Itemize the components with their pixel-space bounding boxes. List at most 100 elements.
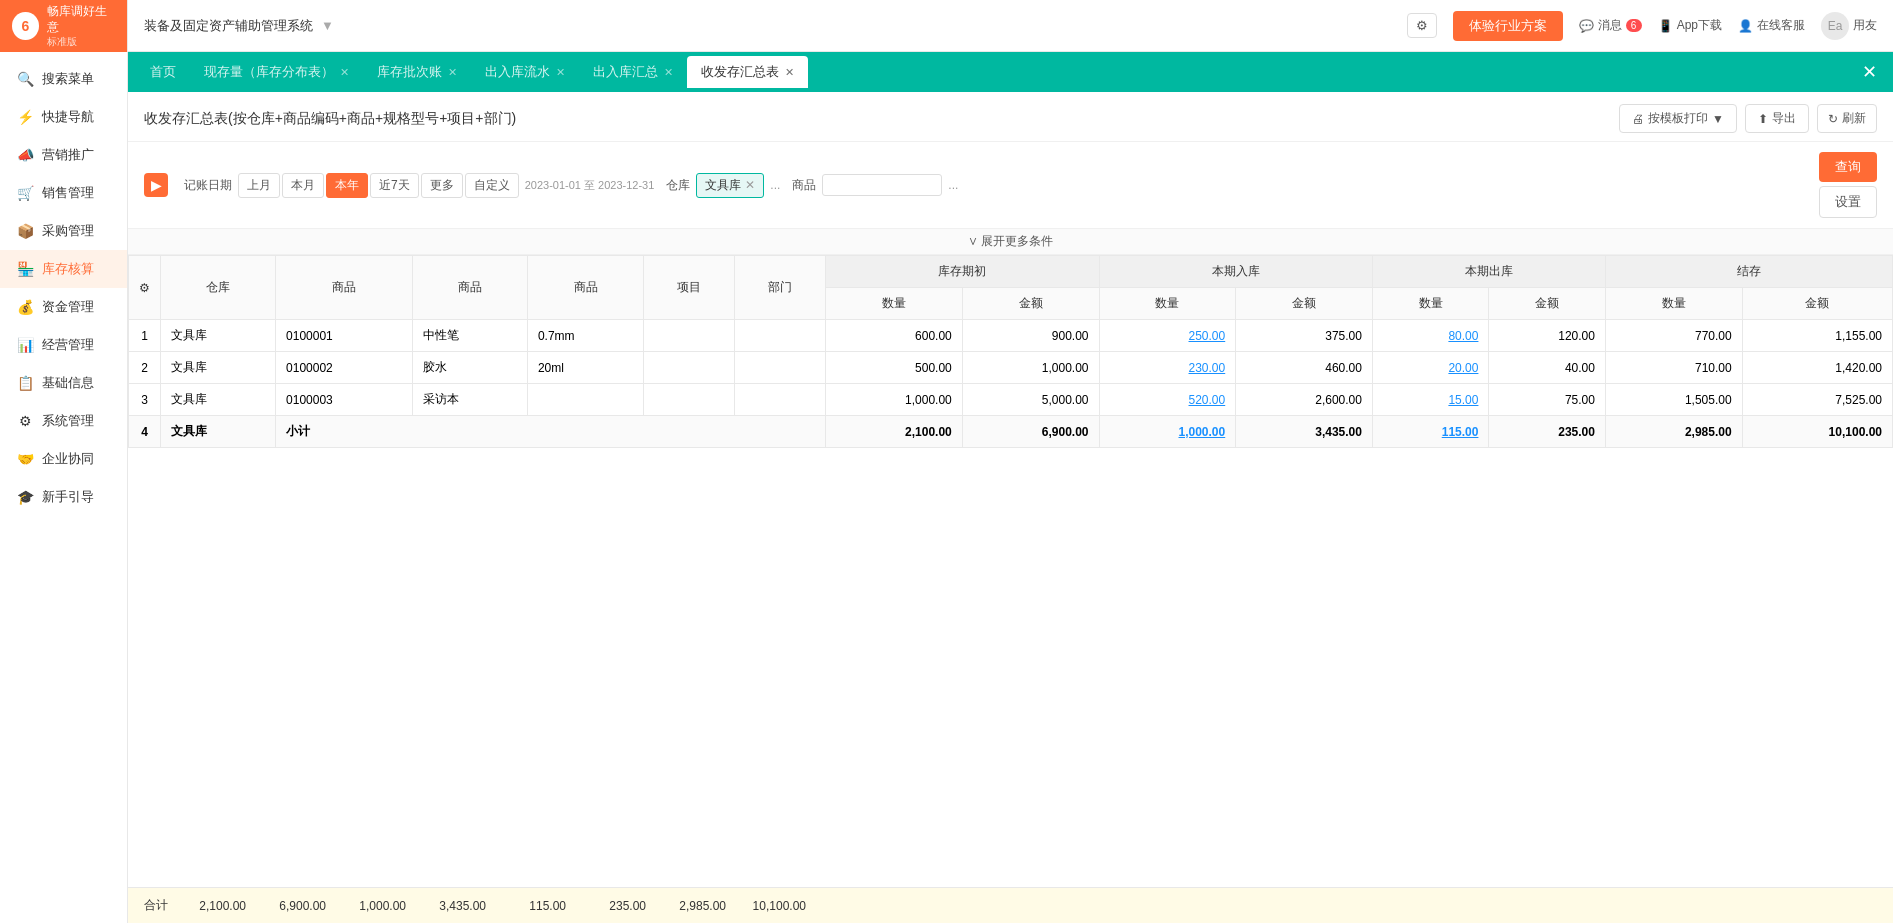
tab-label-summary: 出入库汇总 [593, 63, 658, 81]
finance-icon: 💰 [16, 299, 34, 315]
service-icon: 👤 [1738, 19, 1753, 33]
cell-end-qty: 770.00 [1605, 320, 1742, 352]
app-download-action[interactable]: 📱 App下载 [1658, 17, 1722, 34]
sidebar-item-system[interactable]: ⚙ 系统管理 [0, 402, 127, 440]
filter-toggle-button[interactable]: ▶ [144, 173, 168, 197]
footer-end-amt: 10,100.00 [736, 899, 816, 913]
print-button[interactable]: 🖨 按模板打印 ▼ [1619, 104, 1737, 133]
tab-flow[interactable]: 出入库流水✕ [471, 56, 579, 88]
purchase-icon: 📦 [16, 223, 34, 239]
operations-icon: 📊 [16, 337, 34, 353]
cell-out-qty[interactable]: 80.00 [1372, 320, 1489, 352]
sidebar-item-purchase[interactable]: 📦 采购管理 [0, 212, 127, 250]
user-label: 用友 [1853, 17, 1877, 34]
cell-sub-init-qty: 2,100.00 [826, 416, 963, 448]
warehouse-more-btn[interactable]: ... [770, 178, 780, 192]
cell-sub-in-qty[interactable]: 1,000.00 [1099, 416, 1236, 448]
refresh-button[interactable]: ↻ 刷新 [1817, 104, 1877, 133]
tab-recv-send[interactable]: 收发存汇总表 ✕ [687, 56, 808, 88]
expand-more-bar[interactable]: ∨ 展开更多条件 [128, 229, 1893, 255]
tab-close-batch[interactable]: ✕ [448, 66, 457, 79]
experience-button[interactable]: 体验行业方案 [1453, 11, 1563, 41]
table-wrapper: ⚙ 仓库 商品 商品 商品 项目 部门 库存期初 本期入库 本期出库 结存 [128, 255, 1893, 448]
sales-icon: 🛒 [16, 185, 34, 201]
inventory-icon: 🏪 [16, 261, 34, 277]
th-in-stock: 本期入库 [1099, 256, 1372, 288]
tab-close-recv-send[interactable]: ✕ [785, 66, 794, 79]
cell-sub-label: 小计 [276, 416, 826, 448]
tab-label-recv-send: 收发存汇总表 [701, 63, 779, 81]
service-action[interactable]: 👤 在线客服 [1738, 17, 1805, 34]
subtotal-row: 4 文具库 小计 2,100.00 6,900.00 1,000.00 3,43… [129, 416, 1893, 448]
warehouse-tag-text: 文具库 [705, 177, 741, 194]
cell-out-qty[interactable]: 20.00 [1372, 352, 1489, 384]
cell-sub-end-amt: 10,100.00 [1742, 416, 1892, 448]
close-all-tabs-button[interactable]: ✕ [1854, 61, 1885, 83]
date-btn-自定义[interactable]: 自定义 [465, 173, 519, 198]
cell-end-qty: 1,505.00 [1605, 384, 1742, 416]
tab-stock-dist[interactable]: 现存量（库存分布表）✕ [190, 56, 363, 88]
goods-input[interactable] [822, 174, 942, 196]
warehouse-tag[interactable]: 文具库 ✕ [696, 173, 764, 198]
export-button[interactable]: ⬆ 导出 [1745, 104, 1809, 133]
cell-sub-seq: 4 [129, 416, 161, 448]
cell-out-qty[interactable]: 15.00 [1372, 384, 1489, 416]
goods-filter-label: 商品 [792, 177, 816, 194]
sidebar-item-guide[interactable]: 🎓 新手引导 [0, 478, 127, 516]
sidebar-item-search[interactable]: 🔍 搜索菜单 [0, 60, 127, 98]
header-actions: 🖨 按模板打印 ▼ ⬆ 导出 ↻ 刷新 [1619, 104, 1877, 133]
page-content: 收发存汇总表(按仓库+商品编码+商品+规格型号+项目+部门) 🖨 按模板打印 ▼… [128, 92, 1893, 923]
th-out-amt: 金额 [1489, 288, 1606, 320]
goods-more-btn[interactable]: ... [948, 178, 958, 192]
warehouse-tag-remove[interactable]: ✕ [745, 178, 755, 192]
date-btn-更多[interactable]: 更多 [421, 173, 463, 198]
cell-warehouse: 文具库 [161, 384, 276, 416]
cell-code: 0100001 [276, 320, 413, 352]
sidebar-item-operations[interactable]: 📊 经营管理 [0, 326, 127, 364]
cell-sub-out-qty[interactable]: 115.00 [1372, 416, 1489, 448]
date-filter-label: 记账日期 [184, 177, 232, 194]
cell-in-qty[interactable]: 230.00 [1099, 352, 1236, 384]
sidebar-label-quick: 快捷导航 [42, 108, 94, 126]
cell-sub-in-amt: 3,435.00 [1236, 416, 1373, 448]
footer-total-label: 合计 [144, 897, 168, 914]
sidebar-item-finance[interactable]: 💰 资金管理 [0, 288, 127, 326]
date-btn-本月[interactable]: 本月 [282, 173, 324, 198]
user-action[interactable]: Ea 用友 [1821, 12, 1877, 40]
date-btn-近7天[interactable]: 近7天 [370, 173, 419, 198]
gear-button[interactable]: ⚙ [1407, 13, 1437, 38]
sidebar-item-sales[interactable]: 🛒 销售管理 [0, 174, 127, 212]
tab-summary[interactable]: 出入库汇总 ✕ [579, 56, 687, 88]
tab-close-stock-dist[interactable]: ✕ [340, 66, 349, 79]
cell-in-amt: 2,600.00 [1236, 384, 1373, 416]
topbar-title: 装备及固定资产辅助管理系统 ▼ [144, 17, 1391, 35]
app-name: 畅库调好生意 [47, 4, 115, 35]
th-settings[interactable]: ⚙ [129, 256, 161, 320]
sidebar-item-marketing[interactable]: 📣 营销推广 [0, 136, 127, 174]
date-btn-上月[interactable]: 上月 [238, 173, 280, 198]
th-out-stock: 本期出库 [1372, 256, 1605, 288]
query-button[interactable]: 查询 [1819, 152, 1877, 182]
sidebar-item-cooperation[interactable]: 🤝 企业协同 [0, 440, 127, 478]
cell-in-amt: 460.00 [1236, 352, 1373, 384]
sidebar-item-inventory[interactable]: 🏪 库存核算 [0, 250, 127, 288]
cell-in-qty[interactable]: 520.00 [1099, 384, 1236, 416]
filter-bar: ▶ 记账日期 上月本月本年近7天更多自定义 2023-01-01 至 2023-… [128, 142, 1893, 229]
cell-in-qty[interactable]: 250.00 [1099, 320, 1236, 352]
sidebar-item-basic[interactable]: 📋 基础信息 [0, 364, 127, 402]
tab-close-flow[interactable]: ✕ [556, 66, 565, 79]
filter-row: 记账日期 上月本月本年近7天更多自定义 2023-01-01 至 2023-12… [184, 173, 1803, 198]
message-action[interactable]: 💬 消息 6 [1579, 17, 1642, 34]
sidebar-item-quick[interactable]: ⚡ 快捷导航 [0, 98, 127, 136]
tab-close-summary[interactable]: ✕ [664, 66, 673, 79]
date-btn-本年[interactable]: 本年 [326, 173, 368, 198]
print-label: 按模板打印 [1648, 110, 1708, 127]
warehouse-filter-label: 仓库 [666, 177, 690, 194]
th-in-amt: 金额 [1236, 288, 1373, 320]
filter-settings-button[interactable]: 设置 [1819, 186, 1877, 218]
tab-batch[interactable]: 库存批次账✕ [363, 56, 471, 88]
cell-seq: 2 [129, 352, 161, 384]
cell-init-amt: 5,000.00 [962, 384, 1099, 416]
search-icon: 🔍 [16, 71, 34, 87]
tab-home[interactable]: 首页 [136, 56, 190, 88]
